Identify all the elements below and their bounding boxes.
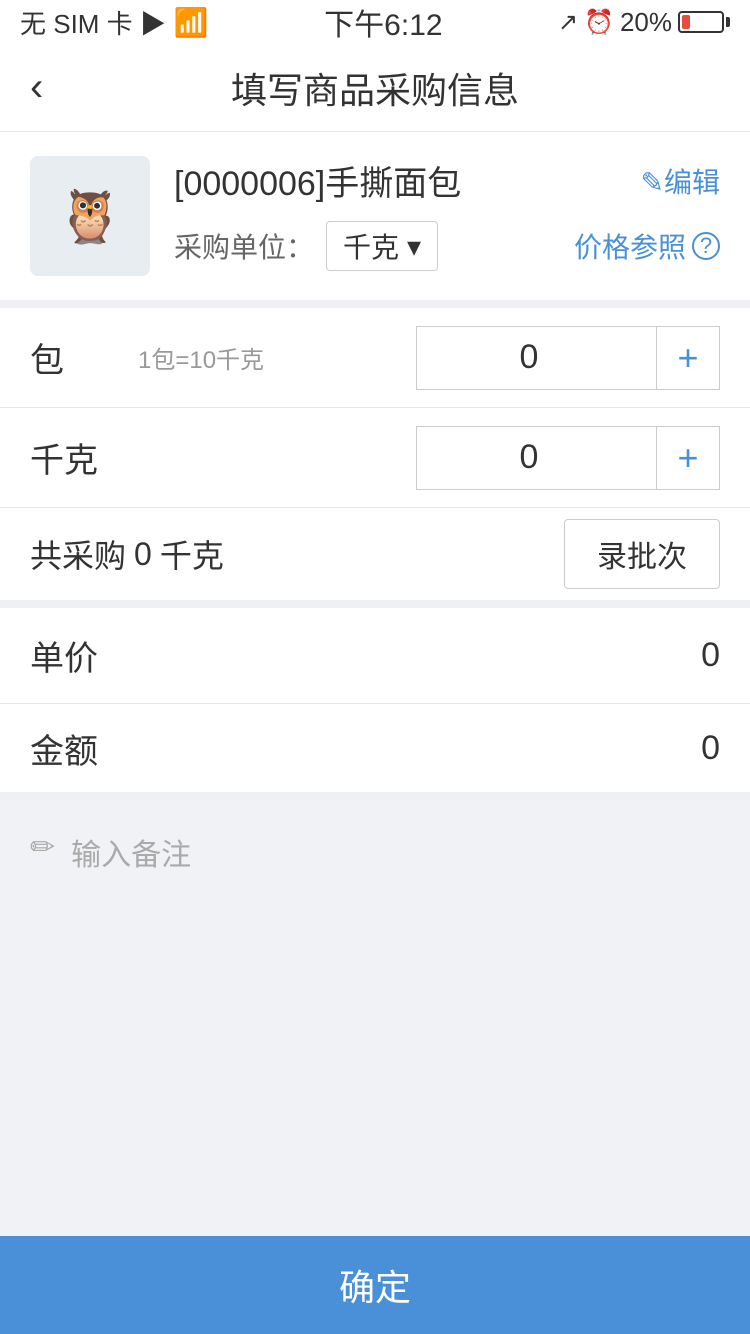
unit-section: 采购单位： 千克 ▾ (174, 221, 438, 271)
status-time: 下午6:12 (324, 0, 442, 44)
empty-space (0, 920, 750, 1220)
amount-label: 金额 (30, 724, 98, 773)
chevron-down-icon: ▾ (407, 230, 421, 263)
confirm-label: 确定 (339, 1259, 411, 1311)
summary-label: 共采购 (30, 531, 126, 577)
price-ref-label: 价格参照 (574, 226, 686, 266)
unit-price-value: 0 (701, 636, 720, 675)
remark-area[interactable]: ✏ 输入备注 (0, 800, 750, 920)
confirm-button[interactable]: 确定 (0, 1236, 750, 1334)
wifi-icon: 📶 (174, 6, 209, 39)
unit-select[interactable]: 千克 ▾ (326, 221, 438, 271)
unit-bao-label: 包 (30, 333, 130, 382)
page-title: 填写商品采购信息 (231, 62, 519, 114)
battery-icon (678, 11, 730, 33)
amount-row: 金额 0 (0, 704, 750, 800)
pencil-icon: ✏ (30, 830, 55, 865)
alarm-icon: ⏰ (584, 8, 614, 37)
summary-row: 共采购 0 千克 录批次 (0, 508, 750, 608)
product-header: [0000006]手撕面包 ✎编辑 (174, 156, 720, 205)
qty-input-bao[interactable] (416, 326, 656, 390)
status-bar: 无 SIM 卡 ▶ 📶 下午6:12 ↗ ⏰ 20% (0, 0, 750, 44)
product-info: [0000006]手撕面包 ✎编辑 采购单位： 千克 ▾ 价格参照 ? (174, 156, 720, 271)
status-right: ↗ ⏰ 20% (558, 7, 730, 38)
info-icon: ? (692, 232, 720, 260)
summary-text: 共采购 0 千克 (30, 531, 224, 577)
nav-bar: ‹ 填写商品采购信息 (0, 44, 750, 132)
remark-placeholder: 输入备注 (71, 830, 191, 874)
qty-input-kg[interactable] (416, 426, 656, 490)
quantity-row-bao: 包 1包=10千克 + (0, 308, 750, 408)
summary-quantity: 0 (134, 536, 152, 573)
product-name: [0000006]手撕面包 (174, 156, 461, 205)
product-thumbnail: 🦉 (30, 156, 150, 276)
battery-percent: 20% (620, 7, 672, 38)
plus-button-kg[interactable]: + (656, 426, 720, 490)
summary-unit: 千克 (160, 531, 224, 577)
back-button[interactable]: ‹ (30, 55, 53, 120)
qty-input-group-kg: + (416, 426, 720, 490)
price-ref-button[interactable]: 价格参照 ? (574, 226, 720, 266)
location-icon: ↗ (558, 8, 578, 37)
product-card: 🦉 [0000006]手撕面包 ✎编辑 采购单位： 千克 ▾ 价格参照 ? (0, 132, 750, 308)
no-sim-label: 无 SIM 卡 ▶ (20, 4, 166, 41)
unit-bao-sub: 1包=10千克 (138, 340, 264, 375)
unit-price-row: 单价 0 (0, 608, 750, 704)
status-left: 无 SIM 卡 ▶ 📶 (20, 4, 209, 41)
unit-label: 采购单位： (174, 226, 314, 266)
quantity-row-kg: 千克 + (0, 408, 750, 508)
unit-value: 千克 (343, 226, 399, 266)
qty-input-group-bao: + (416, 326, 720, 390)
unit-kg-label: 千克 (30, 433, 130, 482)
plus-button-bao[interactable]: + (656, 326, 720, 390)
batch-button[interactable]: 录批次 (564, 519, 720, 589)
product-unit-row: 采购单位： 千克 ▾ 价格参照 ? (174, 221, 720, 271)
unit-price-label: 单价 (30, 631, 98, 680)
product-logo: 🦉 (58, 186, 123, 247)
amount-value: 0 (701, 729, 720, 768)
edit-button[interactable]: ✎编辑 (641, 161, 720, 201)
